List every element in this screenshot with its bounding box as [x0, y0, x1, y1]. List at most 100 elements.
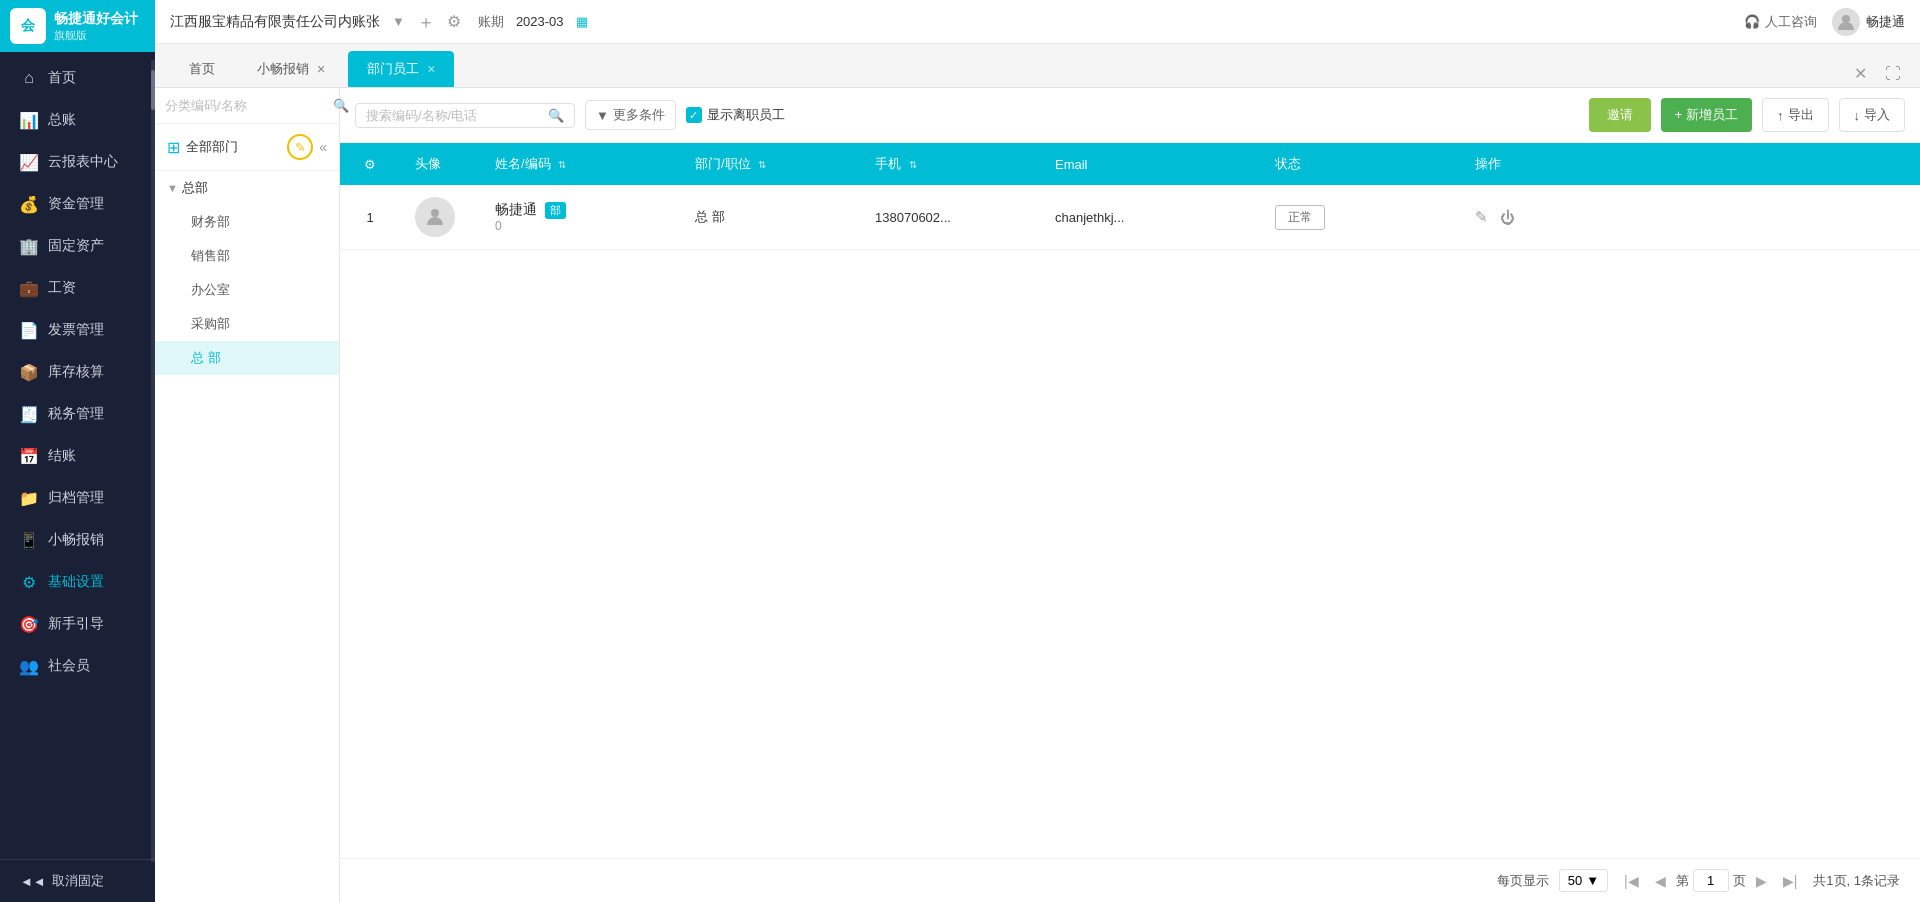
company-dropdown-icon[interactable]: ▼ [392, 14, 405, 29]
more-filter-label: 更多条件 [613, 106, 665, 124]
export-label: 导出 [1788, 106, 1814, 124]
col-avatar: 头像 [400, 143, 480, 185]
sidebar-item-invoice[interactable]: 📄 发票管理 [0, 309, 155, 351]
guide-icon: 🎯 [20, 615, 38, 633]
edit-icon[interactable]: ✎ [1475, 208, 1488, 226]
per-page-value: 50 [1568, 873, 1582, 888]
sidebar-item-general-ledger[interactable]: 📊 总账 [0, 99, 155, 141]
show-resigned-checkbox[interactable]: ✓ [686, 107, 702, 123]
sort-name-icon: ⇅ [558, 159, 566, 170]
export-button[interactable]: ↑ 导出 [1762, 98, 1829, 132]
sidebar-item-settings[interactable]: ⚙ 基础设置 [0, 561, 155, 603]
sidebar-item-label: 基础设置 [48, 573, 104, 591]
show-resigned-toggle[interactable]: ✓ 显示离职员工 [686, 106, 785, 124]
sidebar-item-fund-management[interactable]: 💰 资金管理 [0, 183, 155, 225]
dept-item-purchasing[interactable]: 采购部 [155, 307, 339, 341]
sidebar-item-closing[interactable]: 📅 结账 [0, 435, 155, 477]
dept-item-sales[interactable]: 销售部 [155, 239, 339, 273]
cell-status: 正常 [1260, 185, 1460, 250]
per-page-label: 每页显示 [1497, 872, 1549, 890]
cell-phone: 138070602... [860, 185, 1040, 250]
cell-actions: ✎ ⏻ [1460, 185, 1920, 250]
sidebar-item-label: 工资 [48, 279, 76, 297]
period-label: 账期 [478, 13, 504, 31]
user-menu[interactable]: 畅捷通 [1832, 8, 1905, 36]
col-phone[interactable]: 手机 ⇅ [860, 143, 1040, 185]
prev-page-btn[interactable]: ◀ [1649, 870, 1672, 892]
table-row: 1 畅捷通 部 0 [340, 185, 1920, 250]
page-input[interactable] [1693, 869, 1729, 892]
page-unit: 页 [1733, 872, 1746, 890]
sort-dept-icon: ⇅ [758, 159, 766, 170]
expand-tab-icon[interactable]: ⛶ [1881, 61, 1905, 87]
last-page-btn[interactable]: ▶| [1777, 870, 1804, 892]
per-page-chevron-icon: ▼ [1586, 873, 1599, 888]
col-status: 状态 [1260, 143, 1460, 185]
page-nav: |◀ ◀ 第 页 ▶ ▶| [1618, 869, 1803, 892]
sidebar-cancel-pin[interactable]: ◄◄ 取消固定 [0, 859, 155, 902]
tab-expense[interactable]: 小畅报销 × [238, 51, 344, 87]
customer-service-btn[interactable]: 🎧 人工咨询 [1744, 13, 1817, 31]
more-filter-btn[interactable]: ▼ 更多条件 [585, 100, 676, 130]
archive-icon: 📁 [20, 489, 38, 507]
dept-badge: 部 [545, 202, 566, 219]
dept-item-finance[interactable]: 财务部 [155, 205, 339, 239]
import-button[interactable]: ↓ 导入 [1839, 98, 1906, 132]
col-name[interactable]: 姓名/编码 ⇅ [480, 143, 680, 185]
tab-employees[interactable]: 部门员工 × [348, 51, 454, 87]
sidebar-item-expense[interactable]: 📱 小畅报销 [0, 519, 155, 561]
employee-name: 畅捷通 [495, 201, 537, 219]
cell-num: 1 [340, 185, 400, 250]
logout-icon[interactable]: ⏻ [1500, 209, 1515, 226]
sidebar-item-inventory[interactable]: 📦 库存核算 [0, 351, 155, 393]
sidebar-item-payroll[interactable]: 💼 工资 [0, 267, 155, 309]
sidebar-item-label: 固定资产 [48, 237, 104, 255]
tab-home[interactable]: 首页 [170, 51, 234, 87]
sidebar-item-label: 云报表中心 [48, 153, 118, 171]
close-tab-icon[interactable]: ✕ [1850, 60, 1871, 87]
per-page-select[interactable]: 50 ▼ [1559, 869, 1608, 892]
invite-button[interactable]: 邀请 [1589, 98, 1651, 132]
tabs-bar: 首页 小畅报销 × 部门员工 × ✕ ⛶ [155, 44, 1920, 88]
right-content: 🔍 ▼ 更多条件 ✓ 显示离职员工 邀请 + 新增员工 ↑ 导出 [340, 88, 1920, 902]
sidebar-item-label: 资金管理 [48, 195, 104, 213]
pin-icon: ◄◄ [20, 874, 46, 889]
dept-search-box: 🔍 [155, 88, 339, 124]
dept-item-general[interactable]: 总 部 [155, 341, 339, 375]
tab-home-label: 首页 [189, 60, 215, 78]
svg-point-0 [1842, 15, 1850, 23]
pagination-bar: 每页显示 50 ▼ |◀ ◀ 第 页 ▶ ▶| 共1页, 1条记录 [340, 858, 1920, 902]
tab-employees-close-icon[interactable]: × [427, 61, 435, 77]
next-page-btn[interactable]: ▶ [1750, 870, 1773, 892]
import-icon: ↓ [1854, 108, 1861, 123]
dept-item-parent[interactable]: ▼ 总部 [155, 171, 339, 205]
settings-gear-icon[interactable]: ⚙ [447, 12, 461, 31]
dept-item-office[interactable]: 办公室 [155, 273, 339, 307]
employee-search-input[interactable] [366, 108, 542, 123]
add-employee-button[interactable]: + 新增员工 [1661, 98, 1752, 132]
sidebar-item-tax[interactable]: 🧾 税务管理 [0, 393, 155, 435]
tab-expense-close-icon[interactable]: × [317, 61, 325, 77]
sidebar-scrollbar[interactable] [151, 60, 155, 862]
sidebar-item-members[interactable]: 👥 社会员 [0, 645, 155, 687]
dept-search-input[interactable] [165, 98, 333, 113]
sidebar-item-label: 小畅报销 [48, 531, 104, 549]
sidebar-item-home[interactable]: ⌂ 首页 [0, 57, 155, 99]
sidebar-item-fixed-assets[interactable]: 🏢 固定资产 [0, 225, 155, 267]
tab-expense-label: 小畅报销 [257, 60, 309, 78]
add-company-icon[interactable]: ＋ [417, 10, 435, 34]
calendar-icon[interactable]: ▦ [576, 14, 588, 29]
employee-search-box: 🔍 [355, 103, 575, 128]
sidebar-item-cloud-reports[interactable]: 📈 云报表中心 [0, 141, 155, 183]
payroll-icon: 💼 [20, 279, 38, 297]
col-dept[interactable]: 部门/职位 ⇅ [680, 143, 860, 185]
service-label: 人工咨询 [1765, 13, 1817, 31]
page-total: 共1页, 1条记录 [1813, 872, 1900, 890]
sidebar-item-guide[interactable]: 🎯 新手引导 [0, 603, 155, 645]
first-page-btn[interactable]: |◀ [1618, 870, 1645, 892]
search-icon[interactable]: 🔍 [548, 108, 564, 123]
dept-edit-btn[interactable]: ✎ [287, 134, 313, 160]
dept-collapse-icon[interactable]: « [319, 139, 327, 155]
settings-icon: ⚙ [20, 573, 38, 591]
sidebar-item-archive[interactable]: 📁 归档管理 [0, 477, 155, 519]
